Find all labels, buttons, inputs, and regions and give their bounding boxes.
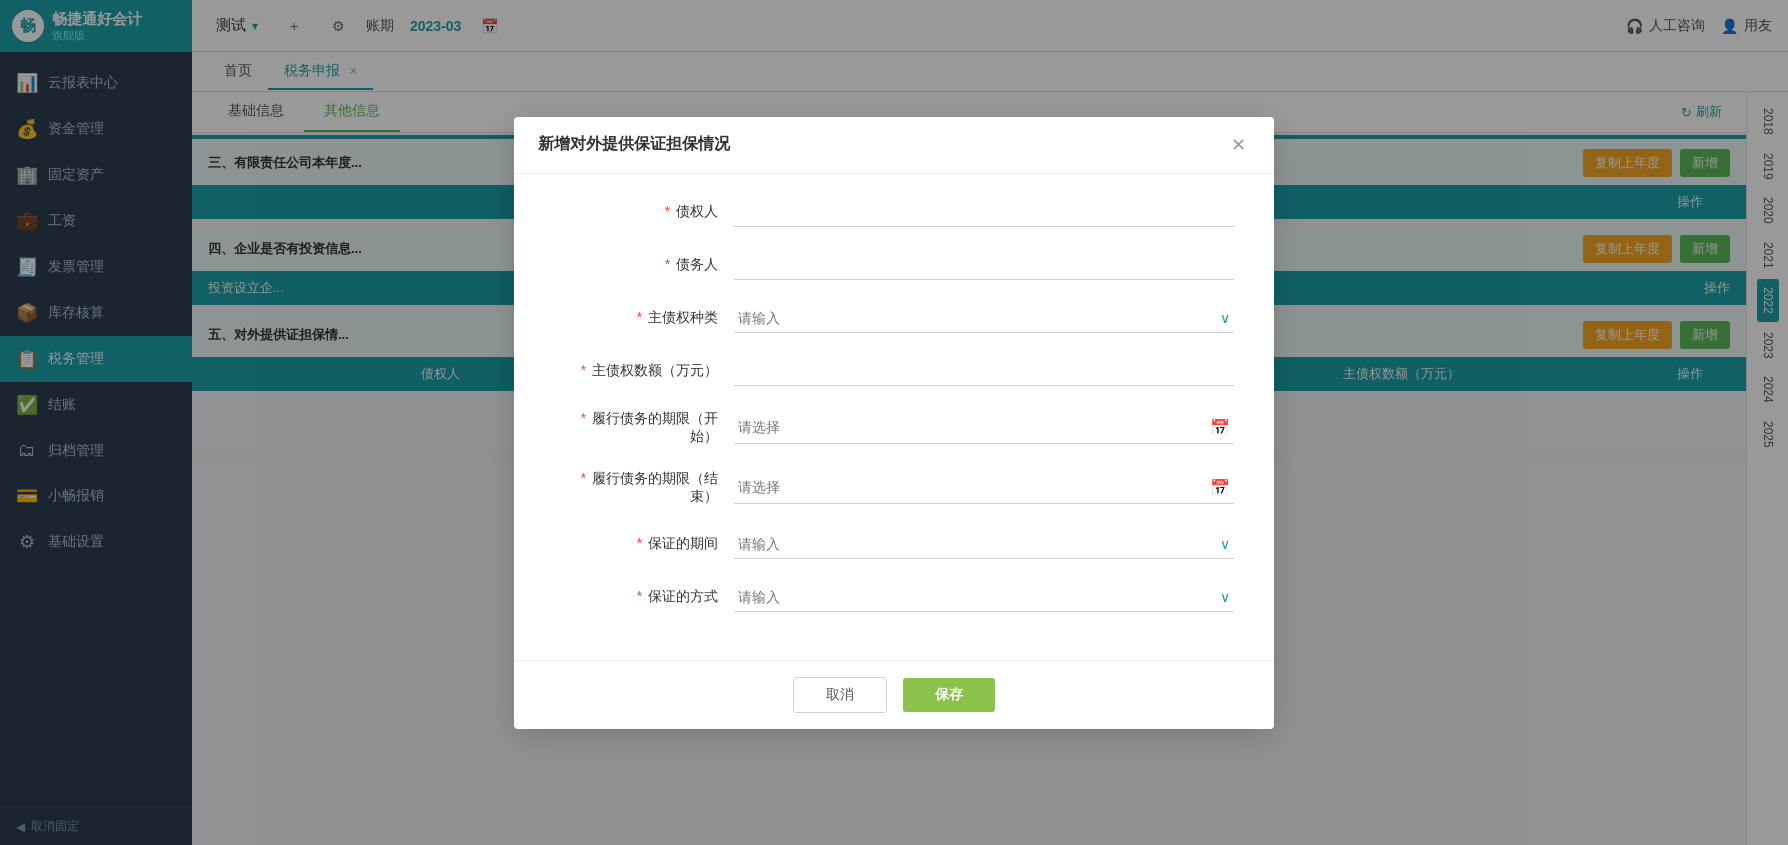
form-label-period-start: * 履行债务的期限（开始） [554, 410, 734, 446]
period-end-input[interactable] [738, 479, 1210, 495]
guarantee-method-input[interactable] [738, 589, 1220, 605]
period-start-input[interactable] [738, 419, 1210, 435]
debtor-input[interactable] [734, 251, 1234, 280]
calendar-end-icon: 📅 [1210, 478, 1230, 497]
form-label-guarantee-method: * 保证的方式 [554, 588, 734, 606]
form-label-debtor: * 债务人 [554, 256, 734, 274]
modal-close-btn[interactable]: ✕ [1226, 133, 1250, 157]
form-label-creditor: * 债权人 [554, 203, 734, 221]
form-field-period-end: * 履行债务的期限（结束） 📅 [554, 470, 1234, 506]
save-button[interactable]: 保存 [903, 678, 995, 712]
claim-amount-input[interactable] [734, 357, 1234, 386]
form-field-claim-type: * 主债权种类 ∨ [554, 304, 1234, 333]
modal-body: * 债权人 * 债务人 * [514, 174, 1274, 660]
guarantee-period-select[interactable]: ∨ [734, 530, 1234, 559]
guarantee-method-chevron-icon: ∨ [1220, 589, 1230, 605]
guarantee-method-select[interactable]: ∨ [734, 583, 1234, 612]
form-field-guarantee-method: * 保证的方式 ∨ [554, 583, 1234, 612]
claim-type-select[interactable]: ∨ [734, 304, 1234, 333]
form-field-debtor: * 债务人 [554, 251, 1234, 280]
claim-type-input[interactable] [738, 310, 1220, 326]
form-label-claim-amount: * 主债权数额（万元） [554, 362, 734, 380]
form-field-claim-amount: * 主债权数额（万元） [554, 357, 1234, 386]
modal-header: 新增对外提供保证担保情况 ✕ [514, 117, 1274, 174]
form-field-period-start: * 履行债务的期限（开始） 📅 [554, 410, 1234, 446]
guarantee-period-input[interactable] [738, 536, 1220, 552]
modal-title: 新增对外提供保证担保情况 [538, 134, 730, 155]
period-start-date[interactable]: 📅 [734, 412, 1234, 444]
form-field-guarantee-period: * 保证的期间 ∨ [554, 530, 1234, 559]
creditor-input[interactable] [734, 198, 1234, 227]
form-label-period-end: * 履行债务的期限（结束） [554, 470, 734, 506]
guarantee-period-chevron-icon: ∨ [1220, 536, 1230, 552]
form-field-creditor: * 债权人 [554, 198, 1234, 227]
period-end-date[interactable]: 📅 [734, 472, 1234, 504]
modal-footer: 取消 保存 [514, 660, 1274, 729]
calendar-start-icon: 📅 [1210, 418, 1230, 437]
cancel-button[interactable]: 取消 [793, 677, 887, 713]
modal-backdrop: 新增对外提供保证担保情况 ✕ * 债权人 * 债务人 [0, 0, 1788, 845]
form-label-claim-type: * 主债权种类 [554, 309, 734, 327]
modal-add-guarantee: 新增对外提供保证担保情况 ✕ * 债权人 * 债务人 [514, 117, 1274, 729]
claim-type-chevron-icon: ∨ [1220, 310, 1230, 326]
form-label-guarantee-period: * 保证的期间 [554, 535, 734, 553]
